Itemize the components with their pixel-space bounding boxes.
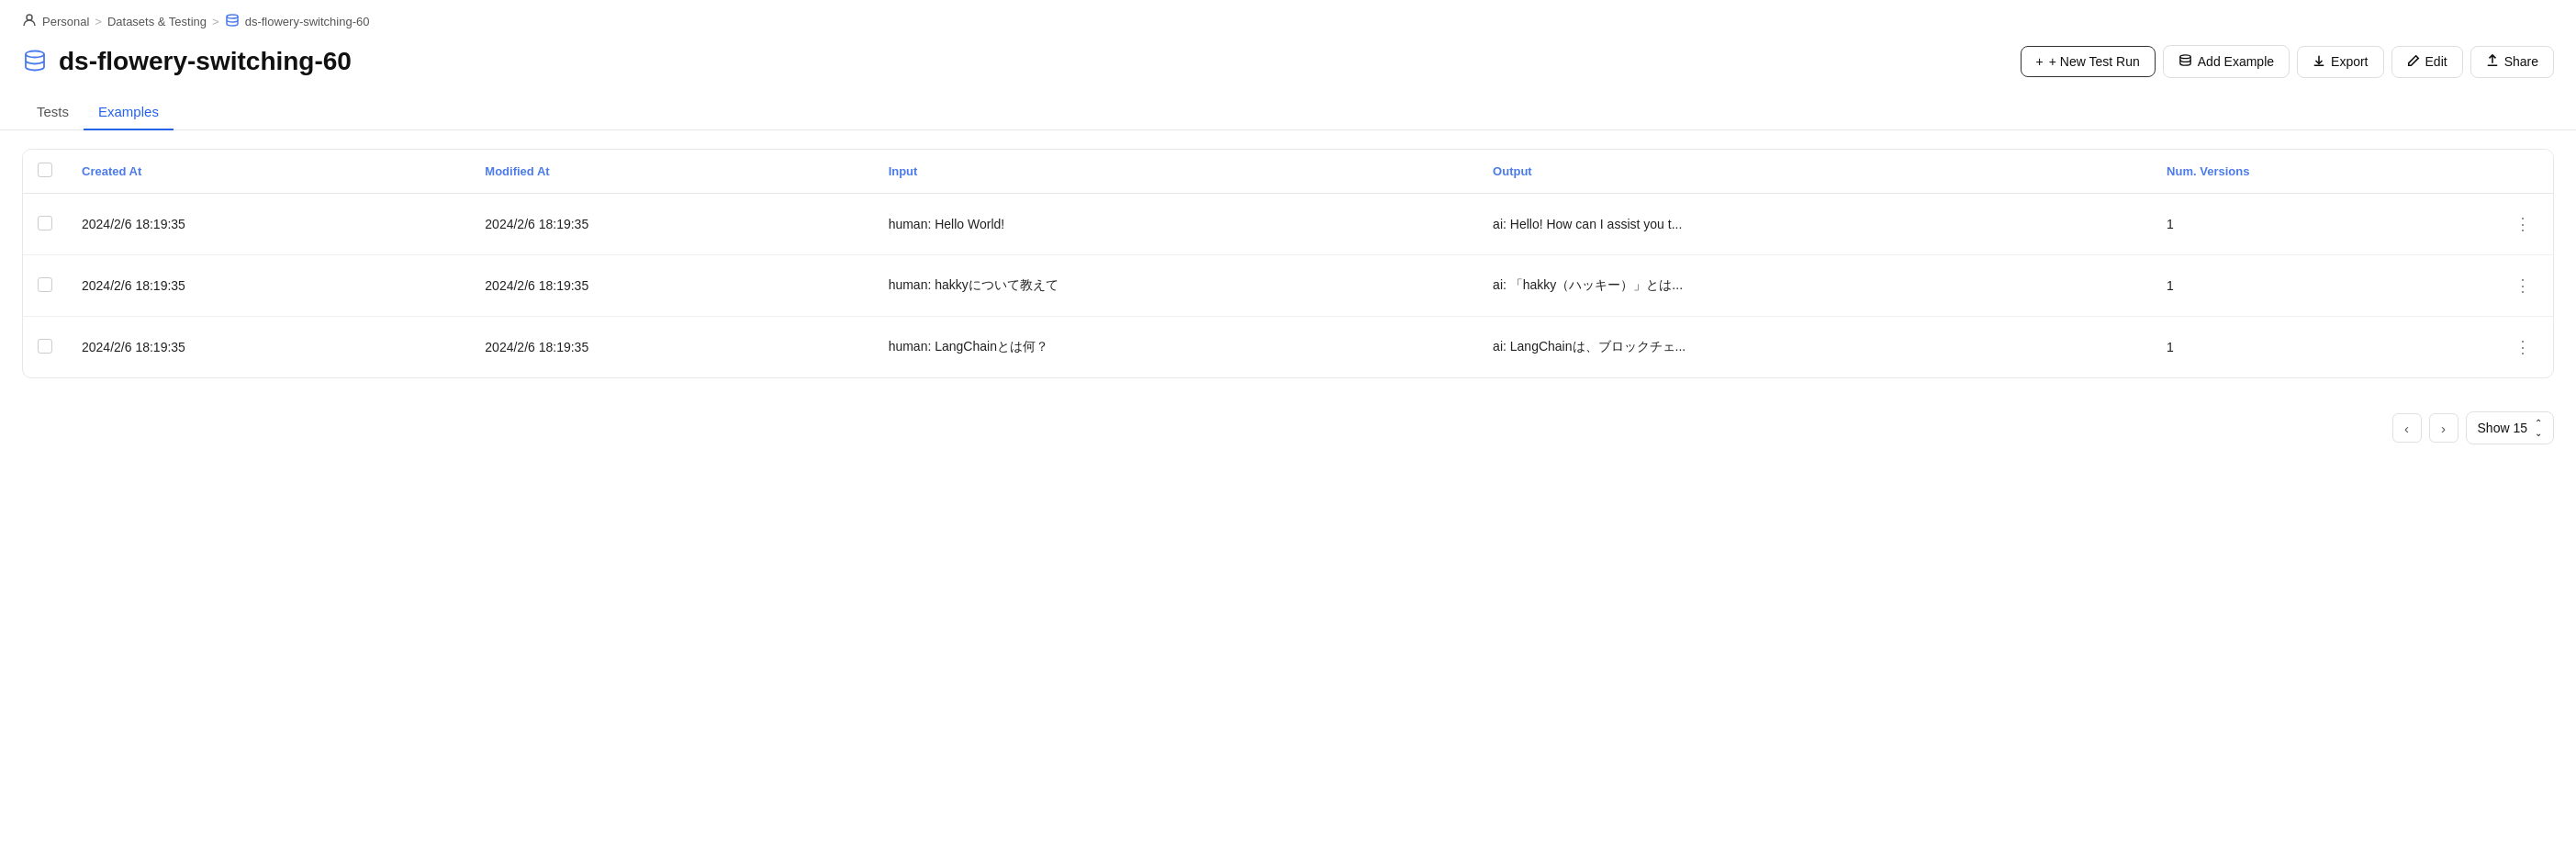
row-checkbox-1[interactable]	[38, 277, 52, 292]
export-icon	[2313, 54, 2325, 70]
row-output: ai: 「hakky（ハッキー）」とは...	[1478, 255, 2152, 317]
next-page-button[interactable]: ›	[2429, 413, 2458, 443]
examples-table: Created At Modified At Input Output Num.…	[22, 149, 2554, 378]
row-more-button[interactable]: ⋮	[2507, 210, 2538, 238]
header-left: ds-flowery-switching-60	[22, 47, 352, 76]
tab-examples[interactable]: Examples	[84, 95, 174, 130]
row-num-versions: 1	[2152, 194, 2492, 255]
row-checkbox-cell	[23, 194, 67, 255]
row-modified-at: 2024/2/6 18:19:35	[470, 255, 873, 317]
col-header-actions	[2492, 150, 2553, 194]
col-header-num-versions[interactable]: Num. Versions	[2152, 150, 2492, 194]
row-actions-cell: ⋮	[2492, 194, 2553, 255]
col-header-modified-at[interactable]: Modified At	[470, 150, 873, 194]
row-actions-cell: ⋮	[2492, 317, 2553, 378]
table-row: 2024/2/6 18:19:35 2024/2/6 18:19:35 huma…	[23, 194, 2553, 255]
row-modified-at: 2024/2/6 18:19:35	[470, 317, 873, 378]
table-row: 2024/2/6 18:19:35 2024/2/6 18:19:35 huma…	[23, 255, 2553, 317]
add-example-label: Add Example	[2198, 54, 2274, 69]
row-output: ai: Hello! How can I assist you t...	[1478, 194, 2152, 255]
row-actions-cell: ⋮	[2492, 255, 2553, 317]
row-checkbox-cell	[23, 317, 67, 378]
share-icon	[2486, 54, 2499, 70]
show-count-select[interactable]: Show 15 ⌃⌄	[2466, 411, 2554, 444]
edit-label: Edit	[2425, 54, 2447, 69]
pagination: ‹ › Show 15 ⌃⌄	[0, 397, 2576, 459]
svg-point-2	[26, 51, 44, 57]
row-created-at: 2024/2/6 18:19:35	[67, 194, 470, 255]
plus-icon: +	[2036, 54, 2044, 69]
new-test-run-label: + New Test Run	[2049, 54, 2140, 69]
page-header: ds-flowery-switching-60 + + New Test Run…	[0, 39, 2576, 95]
svg-point-3	[2180, 55, 2190, 59]
svg-point-1	[227, 15, 238, 18]
breadcrumb: Personal > Datasets & Testing > ds-flowe…	[0, 0, 2576, 39]
share-button[interactable]: Share	[2470, 46, 2554, 78]
prev-page-button[interactable]: ‹	[2392, 413, 2422, 443]
row-checkbox-0[interactable]	[38, 216, 52, 230]
tabs: Tests Examples	[0, 95, 2576, 130]
user-icon	[22, 13, 37, 30]
add-example-button[interactable]: Add Example	[2163, 45, 2290, 78]
row-more-button[interactable]: ⋮	[2507, 333, 2538, 361]
breadcrumb-datasets[interactable]: Datasets & Testing	[107, 15, 207, 28]
add-example-db-icon	[2178, 53, 2192, 70]
show-count-label: Show 15	[2478, 421, 2527, 435]
header-actions: + + New Test Run Add Example Export	[2021, 45, 2554, 78]
col-header-input[interactable]: Input	[874, 150, 1478, 194]
row-checkbox-2[interactable]	[38, 339, 52, 354]
col-header-output[interactable]: Output	[1478, 150, 2152, 194]
header-checkbox-cell	[23, 150, 67, 194]
row-modified-at: 2024/2/6 18:19:35	[470, 194, 873, 255]
row-input: human: hakkyについて教えて	[874, 255, 1478, 317]
show-count-chevron-icon: ⌃⌄	[2535, 418, 2542, 438]
table-header-row: Created At Modified At Input Output Num.…	[23, 150, 2553, 194]
row-output: ai: LangChainは、ブロックチェ...	[1478, 317, 2152, 378]
table-row: 2024/2/6 18:19:35 2024/2/6 18:19:35 huma…	[23, 317, 2553, 378]
row-more-button[interactable]: ⋮	[2507, 272, 2538, 299]
row-num-versions: 1	[2152, 317, 2492, 378]
edit-icon	[2407, 54, 2420, 70]
row-input: human: LangChainとは何？	[874, 317, 1478, 378]
db-icon-breadcrumb	[225, 13, 240, 30]
new-test-run-button[interactable]: + + New Test Run	[2021, 46, 2156, 77]
share-label: Share	[2504, 54, 2538, 69]
svg-point-0	[27, 15, 32, 20]
row-created-at: 2024/2/6 18:19:35	[67, 317, 470, 378]
row-checkbox-cell	[23, 255, 67, 317]
breadcrumb-current: ds-flowery-switching-60	[245, 15, 370, 28]
tab-tests[interactable]: Tests	[22, 95, 84, 130]
export-label: Export	[2331, 54, 2368, 69]
export-button[interactable]: Export	[2297, 46, 2383, 78]
col-header-created-at[interactable]: Created At	[67, 150, 470, 194]
row-input: human: Hello World!	[874, 194, 1478, 255]
db-icon-header	[22, 48, 48, 76]
edit-button[interactable]: Edit	[2391, 46, 2463, 78]
row-num-versions: 1	[2152, 255, 2492, 317]
select-all-checkbox[interactable]	[38, 163, 52, 177]
row-created-at: 2024/2/6 18:19:35	[67, 255, 470, 317]
breadcrumb-personal[interactable]: Personal	[42, 15, 89, 28]
page-title: ds-flowery-switching-60	[59, 47, 352, 76]
